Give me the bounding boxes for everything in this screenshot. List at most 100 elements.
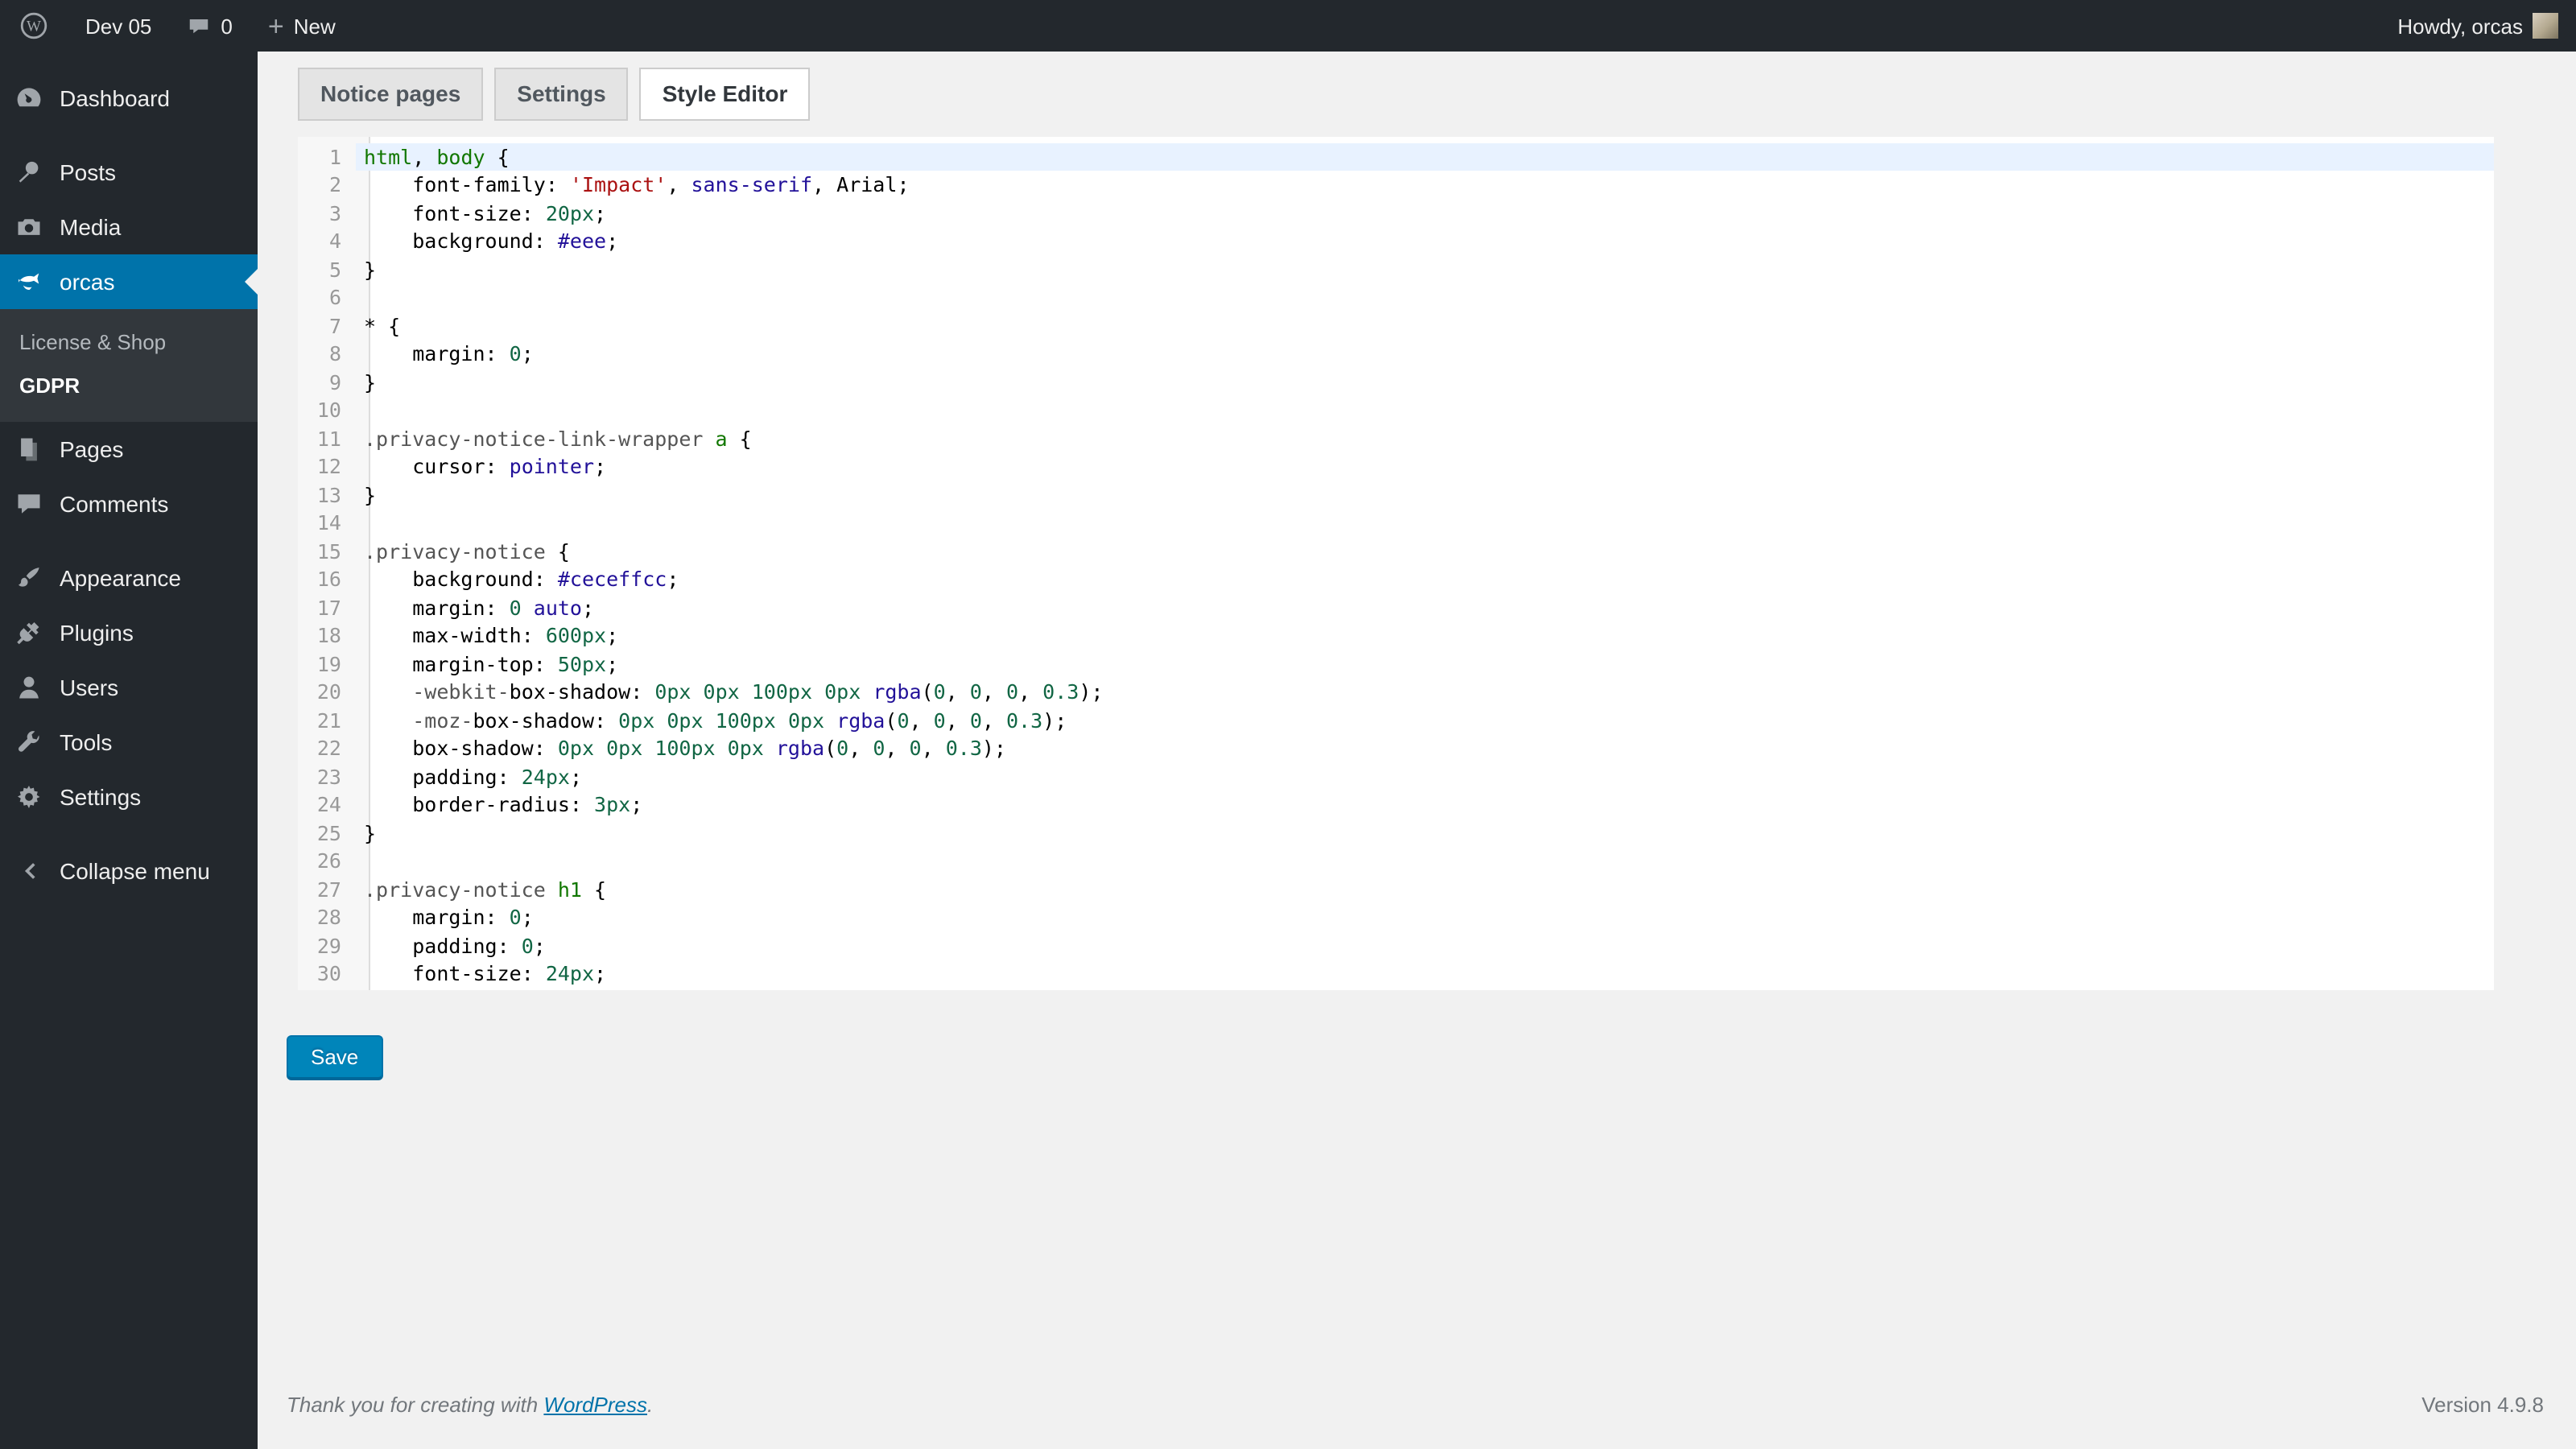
code-line[interactable]: 27 .privacy-notice h1 { [298,876,2494,904]
code-line[interactable]: 30 font-size: 24px; [298,960,2494,989]
code-line-text [356,284,2494,312]
sidebar-item-label: Settings [60,784,142,810]
line-number: 23 [316,764,341,789]
sidebar-item-label: Media [60,214,122,240]
code-line[interactable]: 10 [298,397,2494,425]
code-line-text: .privacy-notice h1 { [364,877,607,902]
pages-icon [13,433,45,465]
sidebar-item-pages[interactable]: Pages [0,422,258,477]
sidebar-item-comments[interactable]: Comments [0,477,258,531]
code-line[interactable]: 8 margin: 0; [298,341,2494,369]
code-line-text: margin-top: 50px; [412,651,619,676]
line-number: 13 [316,482,341,507]
plus-icon: + [267,10,284,41]
tools-icon [13,726,45,758]
sidebar-item-settings[interactable]: Settings [0,770,258,824]
sidebar-item-label: Dashboard [60,85,170,111]
code-line[interactable]: 14 [298,510,2494,538]
line-number: 27 [316,877,341,902]
sidebar-item-posts[interactable]: Posts [0,145,258,200]
code-line[interactable]: 25} [298,819,2494,848]
code-line-text: font-size: 24px; [412,961,607,986]
my-account-menu[interactable]: Howdy, orcas [2380,0,2576,52]
code-line-text: } [364,482,377,507]
code-line[interactable]: 23 padding: 24px; [298,763,2494,791]
code-line[interactable]: 2 font-family: 'Impact', sans-serif, Ari… [298,171,2494,200]
sidebar-item-label: Pages [60,436,124,462]
site-name-menu[interactable]: Dev 05 [68,0,169,52]
line-number: 17 [316,595,341,620]
code-line[interactable]: 28 margin: 0; [298,904,2494,932]
sidebar-item-dashboard[interactable]: Dashboard [0,71,258,126]
code-line[interactable]: 3 font-size: 20px; [298,200,2494,228]
sidebar-item-orcas[interactable]: orcas [0,254,258,309]
code-line[interactable]: 19 margin-top: 50px; [298,650,2494,679]
dashboard-icon [13,82,45,114]
wordpress-link[interactable]: WordPress [543,1393,647,1417]
line-number: 28 [316,905,341,930]
code-line[interactable]: 13} [298,481,2494,510]
avatar [2533,13,2558,39]
sidebar-item-users[interactable]: Users [0,660,258,715]
new-content-menu[interactable]: + New [250,0,353,52]
code-editor[interactable]: 1 html, body {2 font-family: 'Impact', sa… [298,136,2494,990]
code-line-text: cursor: pointer; [412,454,607,479]
sidebar-item-appearance[interactable]: Appearance [0,551,258,605]
code-line[interactable]: 20 -webkit-box-shadow: 0px 0px 100px 0px… [298,679,2494,707]
footer-thanks: Thank you for creating with WordPress. [287,1393,653,1417]
submenu-item-gdpr[interactable]: GDPR [0,364,258,407]
line-number: 8 [328,341,341,366]
collapse-menu-button[interactable]: Collapse menu [0,844,258,898]
line-number: 20 [316,679,341,704]
line-number: 21 [316,708,341,733]
sidebar-item-label: Posts [60,159,117,185]
code-line[interactable]: 17 margin: 0 auto; [298,594,2494,622]
code-line-text: .privacy-notice-link-wrapper a { [364,426,752,451]
code-line[interactable]: 16 background: #ceceffcc; [298,566,2494,594]
code-line-text: } [364,820,377,845]
code-line[interactable]: 18 max-width: 600px; [298,622,2494,650]
code-line[interactable]: 11 .privacy-notice-link-wrapper a { [298,425,2494,453]
line-number: 9 [328,369,341,394]
tab-style-editor[interactable]: Style Editor [639,68,811,121]
main-content: Notice pages Settings Style Editor 1 html, … [258,52,2576,1449]
line-number: 5 [328,257,341,282]
sidebar-item-plugins[interactable]: Plugins [0,605,258,660]
comments-menu[interactable]: 0 [169,0,250,52]
line-number: 11 [316,426,341,451]
code-line-text: background: #eee; [412,229,619,254]
tab-notice-pages[interactable]: Notice pages [298,68,484,121]
code-line[interactable]: 6 [298,284,2494,312]
code-line[interactable]: 12 cursor: pointer; [298,453,2494,481]
save-button[interactable]: Save [287,1034,383,1079]
code-line[interactable]: 29 padding: 0; [298,932,2494,960]
code-line[interactable]: 15 .privacy-notice { [298,538,2494,566]
submenu-orcas: License & Shop GDPR [0,309,258,422]
line-number: 16 [316,567,341,592]
sidebar-menu: Dashboard Posts Media orcas License & Shop GD… [0,71,258,824]
code-line[interactable]: 24 border-radius: 3px; [298,791,2494,819]
code-line-text: border-radius: 3px; [412,792,643,817]
submenu-item-license-shop[interactable]: License & Shop [0,320,258,364]
sidebar-item-media[interactable]: Media [0,200,258,254]
wordpress-logo-menu[interactable]: W [0,0,68,52]
code-line-text: margin: 0; [412,341,534,366]
sidebar-item-tools[interactable]: Tools [0,715,258,770]
sidebar-item-label: Tools [60,729,113,755]
code-line-text: padding: 24px; [412,764,582,789]
plugin-icon [13,617,45,649]
code-line[interactable]: 4 background: #eee; [298,228,2494,256]
code-line[interactable]: 26 [298,848,2494,876]
code-line[interactable]: 7 * { [298,312,2494,341]
code-line[interactable]: 21 -moz-box-shadow: 0px 0px 100px 0px rg… [298,707,2494,735]
admin-bar-right: Howdy, orcas [2380,0,2576,52]
code-line[interactable]: 1 html, body { [298,142,2494,171]
line-number: 29 [316,933,341,958]
code-line[interactable]: 5} [298,256,2494,284]
menu-separator [0,531,258,551]
admin-bar: W Dev 05 0 + New Howdy, orcas [0,0,2576,52]
tab-settings[interactable]: Settings [494,68,629,121]
code-line-text [356,510,2494,538]
code-line[interactable]: 22 box-shadow: 0px 0px 100px 0px rgba(0,… [298,735,2494,763]
code-line[interactable]: 9} [298,369,2494,397]
